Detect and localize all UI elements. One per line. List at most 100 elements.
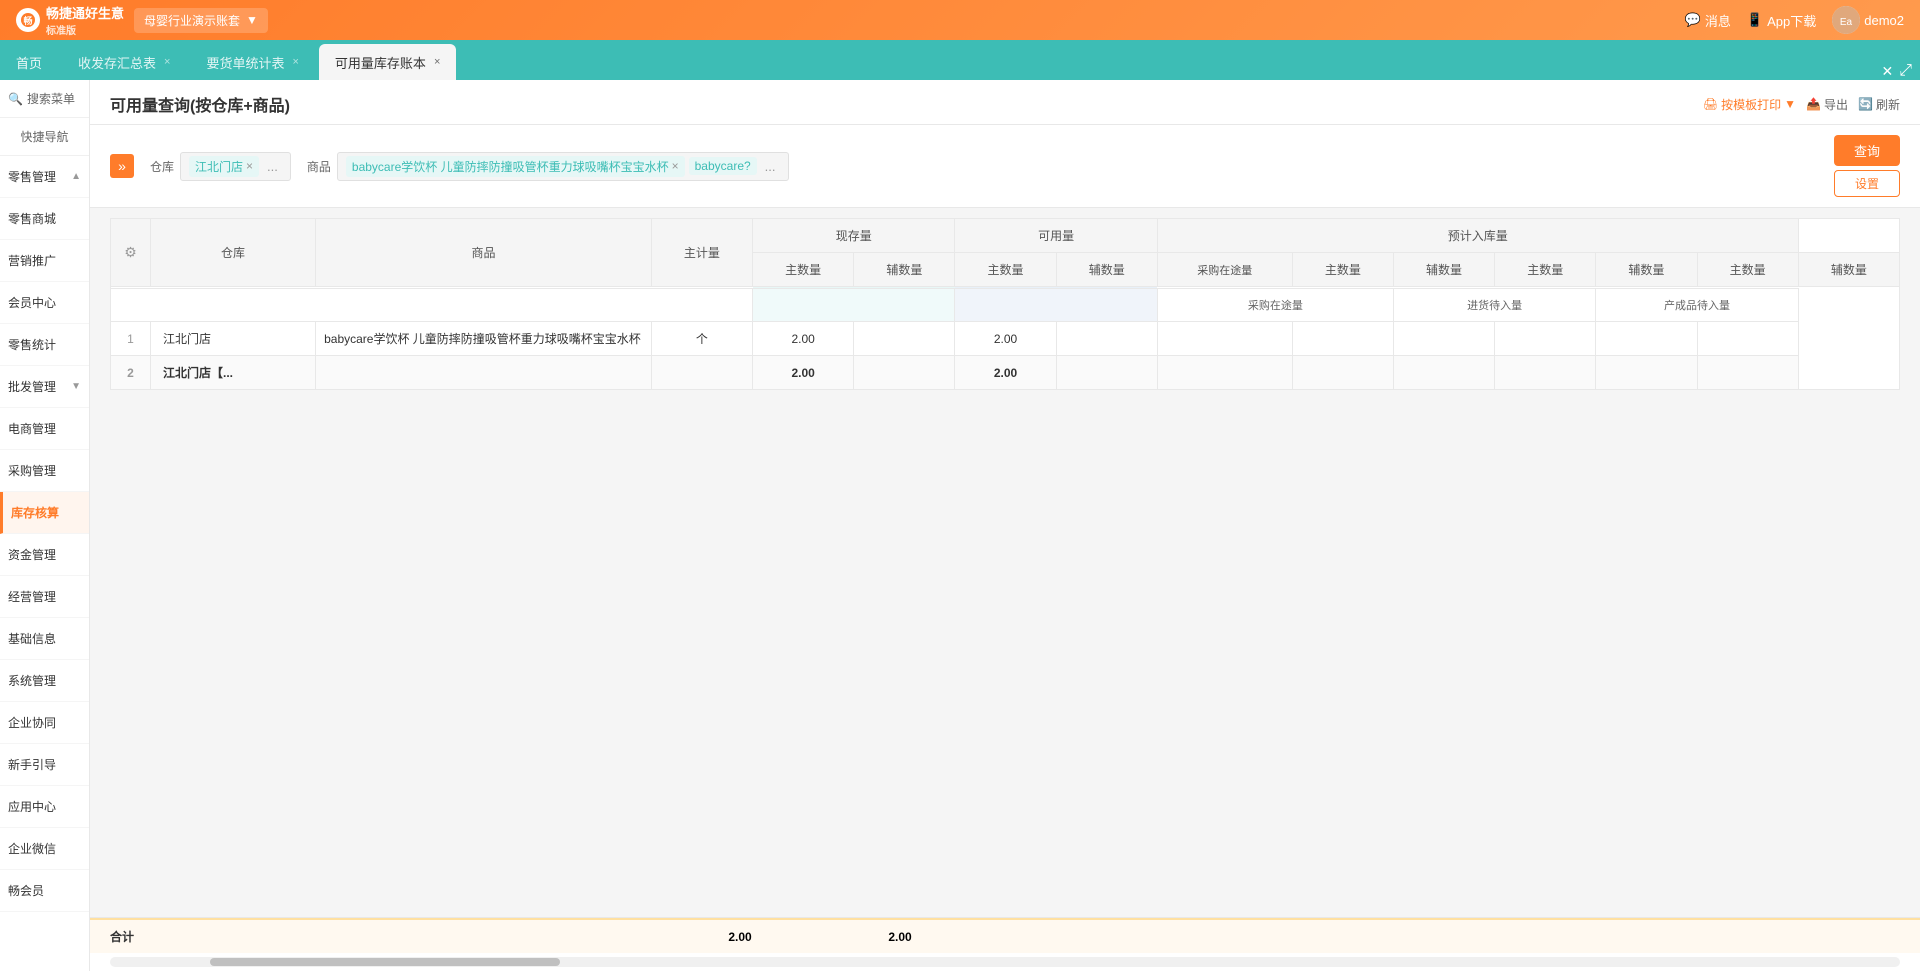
- row1-mainunit: 个: [651, 322, 752, 356]
- row2-prod-aux: [1697, 356, 1798, 390]
- export-label: 导出: [1824, 96, 1848, 113]
- purchase-transit-subheader: 采购在途量: [1157, 289, 1393, 322]
- top-bar: 畅 畅捷通好生意 标准版 母婴行业演示账套 ▼ 💬 消息 📱 App下载 Ea …: [0, 0, 1920, 40]
- sidebar-item-newbie[interactable]: 新手引导: [0, 744, 89, 786]
- footer-total-label: 合计: [110, 928, 200, 945]
- message-btn[interactable]: 💬 消息: [1685, 11, 1731, 30]
- sidebar-item-basics[interactable]: 基础信息: [0, 618, 89, 660]
- product-more-btn[interactable]: ...: [761, 159, 780, 174]
- sidebar-item-finance[interactable]: 资金管理: [0, 534, 89, 576]
- tenant-name: 母婴行业演示账套: [144, 12, 240, 29]
- incoming-waiting-subheader: 进货待入量: [1393, 289, 1595, 322]
- row2-in-main: [1393, 356, 1494, 390]
- template-print-btn[interactable]: 🖨 按模板打印 ▼: [1703, 96, 1796, 113]
- user-avatar-btn[interactable]: Ea demo2: [1832, 6, 1904, 34]
- th-warehouse: 仓库: [151, 219, 316, 287]
- horizontal-scrollbar[interactable]: [110, 957, 1900, 967]
- sidebar-item-enterprise[interactable]: 企业协同: [0, 702, 89, 744]
- row1-in-aux: [1495, 322, 1596, 356]
- th-incoming-main: 主数量: [1495, 253, 1596, 287]
- tab-receipts-close[interactable]: ×: [164, 56, 170, 68]
- sidebar-item-wecom-label: 企业微信: [8, 840, 56, 857]
- sidebar-item-member[interactable]: 会员中心: [0, 282, 89, 324]
- toggle-icon: »: [118, 158, 126, 174]
- sidebar-item-enterprise-label: 企业协同: [8, 714, 56, 731]
- row2-avail-aux: [1056, 356, 1157, 390]
- th-avail-main: 主数量: [955, 253, 1056, 287]
- message-label: 消息: [1705, 11, 1731, 30]
- row1-warehouse: 江北门店: [151, 322, 316, 356]
- row2-avail-main: 2.00: [955, 356, 1056, 390]
- sidebar-item-appcenter[interactable]: 应用中心: [0, 786, 89, 828]
- logo-sub: 标准版: [46, 22, 124, 37]
- th-purchase-main-label: 采购在途量: [1157, 253, 1292, 287]
- warehouse-filter: 仓库 江北门店 × ...: [150, 152, 291, 181]
- top-bar-left: 畅 畅捷通好生意 标准版 母婴行业演示账套 ▼: [16, 3, 268, 37]
- query-btn[interactable]: 查询: [1834, 135, 1900, 166]
- filter-toggle-btn[interactable]: »: [110, 154, 134, 178]
- search-label: 搜索菜单: [27, 90, 75, 107]
- sidebar-item-operations[interactable]: 经营管理: [0, 576, 89, 618]
- sidebar-item-ecommerce[interactable]: 电商管理: [0, 408, 89, 450]
- sidebar-item-marketing[interactable]: 营销推广: [0, 240, 89, 282]
- sidebar-item-vip-label: 畅会员: [8, 882, 44, 899]
- row1-avail-aux: [1056, 322, 1157, 356]
- sidebar-item-purchase[interactable]: 采购管理: [0, 450, 89, 492]
- sidebar-item-inventory[interactable]: 库存核算: [0, 492, 89, 534]
- app-download-label: App下载: [1767, 11, 1816, 30]
- sidebar-item-retailmall[interactable]: 零售商城: [0, 198, 89, 240]
- warehouse-input[interactable]: 江北门店 × ...: [180, 152, 291, 181]
- th-mainunit: 主计量: [651, 219, 752, 287]
- tab-home[interactable]: 首页: [0, 44, 58, 80]
- row2-in-aux: [1495, 356, 1596, 390]
- sidebar-item-system[interactable]: 系统管理: [0, 660, 89, 702]
- svg-text:畅: 畅: [23, 15, 32, 26]
- sidebar: 🔍 搜索菜单 快捷导航 零售管理 ▲ 零售商城 营销推广 会员中心 零售统计 批…: [0, 80, 90, 971]
- th-production-main: 主数量: [1697, 253, 1798, 287]
- svg-text:Ea: Ea: [1840, 17, 1853, 28]
- app-icon: 📱: [1747, 12, 1763, 28]
- refresh-btn[interactable]: 🔄 刷新: [1858, 96, 1900, 113]
- row1-pur-aux: [1292, 322, 1393, 356]
- th-predictedin-group: 预计入库量: [1157, 219, 1798, 253]
- tenant-selector[interactable]: 母婴行业演示账套 ▼: [134, 8, 268, 33]
- sidebar-item-wecom[interactable]: 企业微信: [0, 828, 89, 870]
- sidebar-item-member-label: 会员中心: [8, 294, 56, 311]
- sidebar-item-newbie-label: 新手引导: [8, 756, 56, 773]
- sidebar-item-retailstats[interactable]: 零售统计: [0, 324, 89, 366]
- sidebar-item-retail[interactable]: 零售管理 ▲: [0, 156, 89, 198]
- footer-stock-main: 2.00: [700, 930, 780, 944]
- tab-available[interactable]: 可用量库存账本 ×: [319, 44, 456, 80]
- col-settings-icon[interactable]: ⚙: [124, 244, 137, 260]
- tab-receipts-label: 收发存汇总表: [78, 53, 156, 72]
- tab-orders[interactable]: 要货单统计表 ×: [190, 44, 314, 80]
- message-icon: 💬: [1685, 12, 1701, 28]
- export-btn[interactable]: 📤 导出: [1806, 96, 1848, 113]
- app-download-btn[interactable]: 📱 App下载: [1747, 11, 1816, 30]
- sidebar-item-retail-label: 零售管理: [8, 168, 56, 185]
- settings-btn[interactable]: 设置: [1834, 170, 1900, 197]
- table-area: ⚙ 仓库 商品 主计量 现存量 可用量 预计入库量 主数量 辅数量 主数量 辅数…: [90, 208, 1920, 917]
- close-all-icon[interactable]: ✕: [1881, 63, 1893, 80]
- row1-prod-aux: [1697, 322, 1798, 356]
- sidebar-item-vip[interactable]: 畅会员: [0, 870, 89, 912]
- tab-available-label: 可用量库存账本: [335, 53, 426, 72]
- product-tag-2-text: babycare?: [695, 159, 751, 173]
- sidebar-item-wholesale[interactable]: 批发管理 ▼: [0, 366, 89, 408]
- sidebar-quick-nav[interactable]: 快捷导航: [0, 118, 89, 156]
- product-input[interactable]: babycare学饮杯 儿童防摔防撞吸管杯重力球吸嘴杯宝宝水杯 × babyca…: [337, 152, 789, 181]
- tab-available-close[interactable]: ×: [434, 56, 440, 68]
- th-stock-main: 主数量: [753, 253, 854, 287]
- product-tag-1-remove[interactable]: ×: [672, 159, 679, 173]
- warehouse-tag-remove[interactable]: ×: [246, 159, 253, 173]
- sidebar-search[interactable]: 🔍 搜索菜单: [0, 80, 89, 118]
- data-table: ⚙ 仓库 商品 主计量 现存量 可用量 预计入库量 主数量 辅数量 主数量 辅数…: [110, 218, 1900, 390]
- th-product: 商品: [316, 219, 652, 287]
- warehouse-tag: 江北门店 ×: [189, 156, 259, 177]
- scrollbar-thumb[interactable]: [210, 958, 560, 966]
- tab-orders-close[interactable]: ×: [292, 56, 298, 68]
- sidebar-item-retailstats-label: 零售统计: [8, 336, 56, 353]
- tab-receipts[interactable]: 收发存汇总表 ×: [62, 44, 186, 80]
- maximize-icon[interactable]: ⤢: [1899, 62, 1912, 80]
- warehouse-more-btn[interactable]: ...: [263, 159, 282, 174]
